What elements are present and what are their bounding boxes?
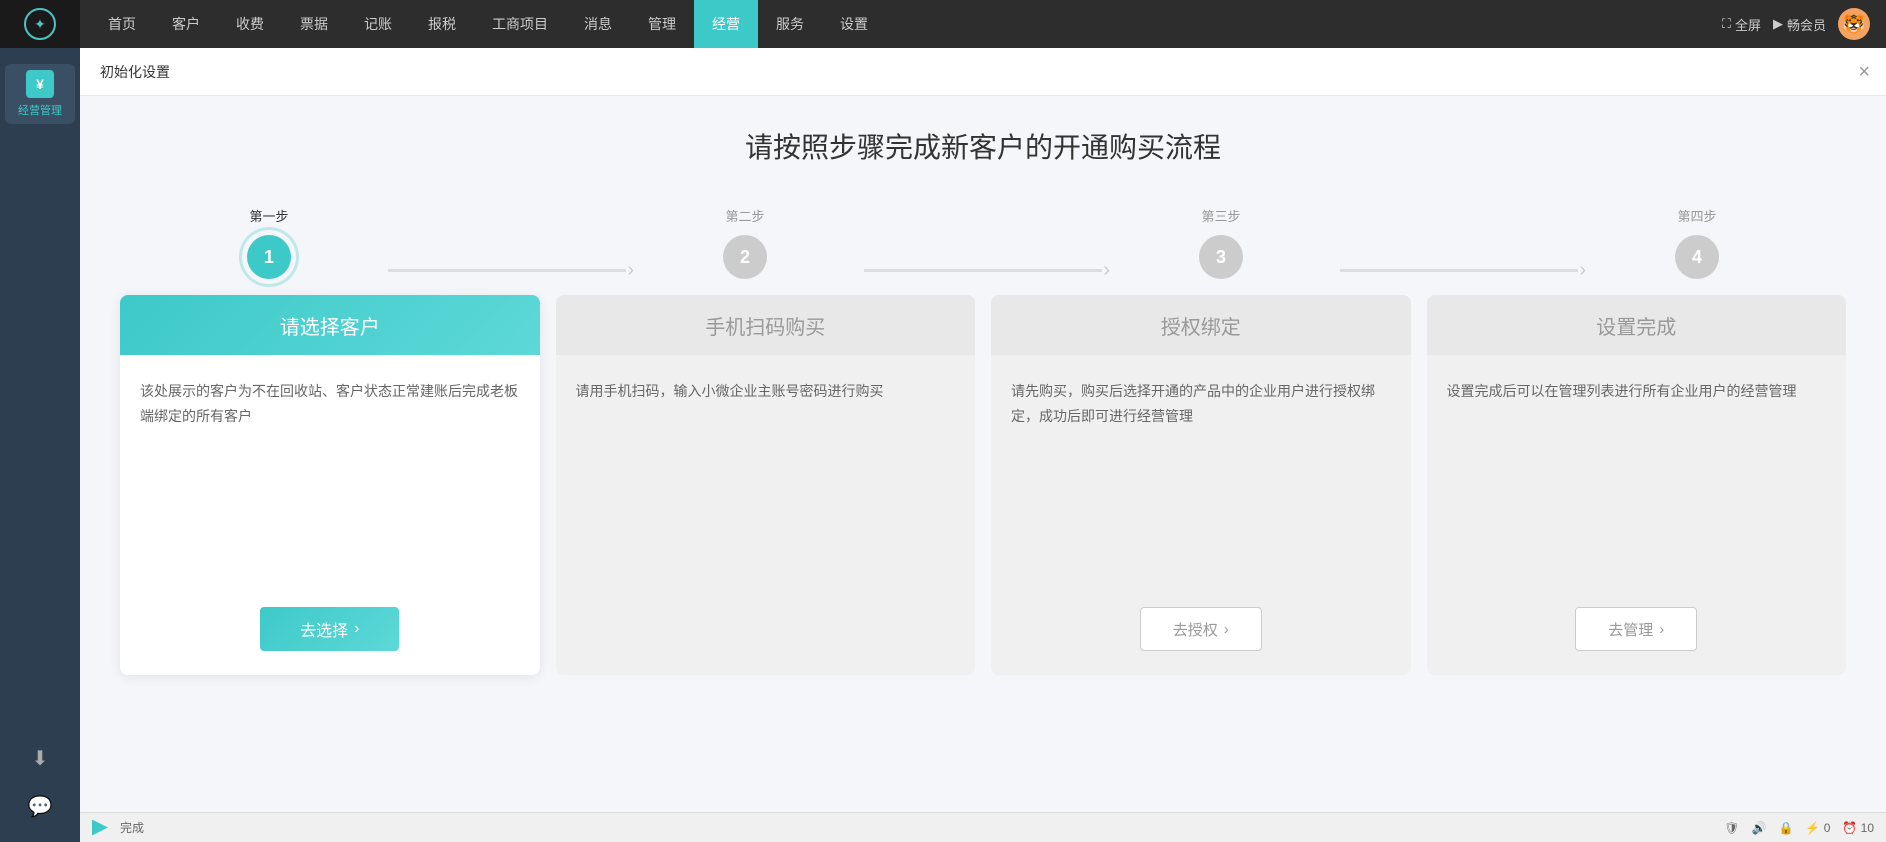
step-circle-2: 2 [723, 235, 767, 279]
card-body-3: 请先购买，购买后选择开通的产品中的企业用户进行授权绑定，成功后即可进行经营管理 [991, 355, 1411, 607]
nav-items: 首页 客户 收费 票据 记账 报税 工商项目 消息 管理 经营 服务 设置 [90, 0, 1722, 48]
card-text-3: 请先购买，购买后选择开通的产品中的企业用户进行授权绑定，成功后即可进行经营管理 [1011, 383, 1375, 424]
member-btn[interactable]: ▶ 畅会员 [1773, 15, 1826, 34]
card-body-2: 请用手机扫码，输入小微企业主账号密码进行购买 [556, 355, 976, 651]
card-btn-1[interactable]: 去选择 › [260, 607, 399, 651]
step-card-2: 手机扫码购买 请用手机扫码，输入小微企业主账号密码进行购买 [556, 295, 976, 675]
card-btn-label-3: 去授权 [1173, 619, 1218, 640]
nav-account[interactable]: 记账 [346, 0, 410, 48]
card-footer-3: 去授权 › [991, 607, 1411, 675]
play-button[interactable] [92, 820, 108, 836]
nav-service[interactable]: 服务 [758, 0, 822, 48]
play-icon: ▶ [1773, 16, 1783, 32]
card-footer-4: 去管理 › [1427, 607, 1847, 675]
avatar[interactable]: 🐯 [1838, 8, 1870, 40]
sidebar-bottom: ⬇ 💬 [20, 738, 60, 842]
card-btn-arrow-3: › [1224, 621, 1229, 638]
logo[interactable]: ✦ [0, 0, 80, 48]
card-footer-2 [556, 651, 976, 675]
page-header: 初始化设置 × [80, 48, 1886, 96]
card-btn-label-4: 去管理 [1608, 619, 1653, 640]
sidebar-item-operation[interactable]: ¥ 经营管理 [5, 64, 75, 124]
card-header-3: 授权绑定 [991, 295, 1411, 355]
card-btn-label-1: 去选择 [300, 617, 348, 641]
nav-right: ⛶ 全屏 ▶ 畅会员 🐯 [1722, 8, 1886, 40]
nav-settings[interactable]: 设置 [822, 0, 886, 48]
member-label: 畅会员 [1787, 15, 1826, 34]
nav-home[interactable]: 首页 [90, 0, 154, 48]
step-circle-4: 4 [1675, 235, 1719, 279]
card-title-1: 请选择客户 [280, 311, 380, 340]
nav-business[interactable]: 工商项目 [474, 0, 566, 48]
card-btn-arrow-4: › [1659, 621, 1664, 638]
sidebar-download[interactable]: ⬇ [20, 738, 60, 778]
card-btn-3[interactable]: 去授权 › [1140, 607, 1262, 651]
step-label-3: 第三步 [1201, 206, 1240, 225]
step-connector-1 [388, 269, 626, 272]
step-connector-2 [864, 269, 1102, 272]
cards-container: 请选择客户 该处展示的客户为不在回收站、客户状态正常建账后完成老板端绑定的所有客… [120, 295, 1846, 675]
sidebar-icon-yuan: ¥ [26, 70, 54, 98]
step-indicator-3: 第三步 3 [1102, 206, 1340, 279]
card-btn-4[interactable]: 去管理 › [1575, 607, 1697, 651]
card-body-4: 设置完成后可以在管理列表进行所有企业用户的经营管理 [1427, 355, 1847, 607]
card-title-2: 手机扫码购买 [705, 311, 825, 340]
step-label-2: 第二步 [725, 206, 764, 225]
step-circle-1: 1 [247, 235, 291, 279]
fullscreen-icon: ⛶ [1722, 16, 1731, 32]
main-content: 初始化设置 × 请按照步骤完成新客户的开通购买流程 第一步 1 第二步 2 第三… [80, 48, 1886, 812]
card-footer-1: 去选择 › [120, 607, 540, 675]
steps-row: 第一步 1 第二步 2 第三步 3 第四步 4 [120, 206, 1846, 279]
nav-bill[interactable]: 票据 [282, 0, 346, 48]
card-text-1: 该处展示的客户为不在回收站、客户状态正常建账后完成老板端绑定的所有客户 [140, 383, 518, 424]
card-header-4: 设置完成 [1427, 295, 1847, 355]
card-btn-arrow-1: › [354, 620, 359, 638]
fullscreen-btn[interactable]: ⛶ 全屏 [1722, 15, 1761, 34]
sidebar-item-label: 经营管理 [18, 102, 62, 118]
card-title-4: 设置完成 [1596, 311, 1676, 340]
card-title-3: 授权绑定 [1161, 311, 1241, 340]
page-body: 请按照步骤完成新客户的开通购买流程 第一步 1 第二步 2 第三步 3 [80, 96, 1886, 812]
step-indicator-2: 第二步 2 [626, 206, 864, 279]
nav-fee[interactable]: 收费 [218, 0, 282, 48]
step-circle-3: 3 [1199, 235, 1243, 279]
close-button[interactable]: × [1858, 62, 1870, 82]
card-header-1: 请选择客户 [120, 295, 540, 355]
status-bar-right: 🛡 🔊 🔒 ⚡ 0 ⏰ 10 [1724, 821, 1874, 835]
nav-operation[interactable]: 经营 [694, 0, 758, 48]
step-indicator-4: 第四步 4 [1578, 206, 1816, 279]
step-indicator-1: 第一步 1 [150, 206, 388, 279]
step-card-3: 授权绑定 请先购买，购买后选择开通的产品中的企业用户进行授权绑定，成功后即可进行… [991, 295, 1411, 675]
nav-manage[interactable]: 管理 [630, 0, 694, 48]
step-label-1: 第一步 [249, 206, 288, 225]
sidebar: ¥ 经营管理 ⬇ 💬 [0, 48, 80, 842]
volume-icon: 🔊 [1752, 821, 1767, 835]
fullscreen-label: 全屏 [1735, 15, 1761, 34]
shield-icon: 🛡 [1724, 821, 1739, 835]
notification-count: ⚡ 0 [1805, 821, 1830, 835]
clock-icon: ⏰ 10 [1842, 821, 1874, 835]
sidebar-chat[interactable]: 💬 [20, 786, 60, 826]
card-text-4: 设置完成后可以在管理列表进行所有企业用户的经营管理 [1447, 383, 1797, 399]
card-text-2: 请用手机扫码，输入小微企业主账号密码进行购买 [576, 383, 884, 399]
card-header-2: 手机扫码购买 [556, 295, 976, 355]
step-connector-3 [1340, 269, 1578, 272]
page-title: 初始化设置 [100, 62, 170, 82]
step-card-1: 请选择客户 该处展示的客户为不在回收站、客户状态正常建账后完成老板端绑定的所有客… [120, 295, 540, 675]
step-card-4: 设置完成 设置完成后可以在管理列表进行所有企业用户的经营管理 去管理 › [1427, 295, 1847, 675]
top-nav: ✦ 首页 客户 收费 票据 记账 报税 工商项目 消息 管理 经营 服务 设置 … [0, 0, 1886, 48]
nav-tax[interactable]: 报税 [410, 0, 474, 48]
status-bar: 完成 🛡 🔊 🔒 ⚡ 0 ⏰ 10 [80, 812, 1886, 842]
logo-icon: ✦ [24, 8, 56, 40]
flow-title: 请按照步骤完成新客户的开通购买流程 [120, 126, 1846, 166]
nav-message[interactable]: 消息 [566, 0, 630, 48]
nav-customer[interactable]: 客户 [154, 0, 218, 48]
lock-icon: 🔒 [1778, 821, 1793, 835]
status-label: 完成 [120, 819, 144, 836]
card-body-1: 该处展示的客户为不在回收站、客户状态正常建账后完成老板端绑定的所有客户 [120, 355, 540, 607]
step-label-4: 第四步 [1677, 206, 1716, 225]
